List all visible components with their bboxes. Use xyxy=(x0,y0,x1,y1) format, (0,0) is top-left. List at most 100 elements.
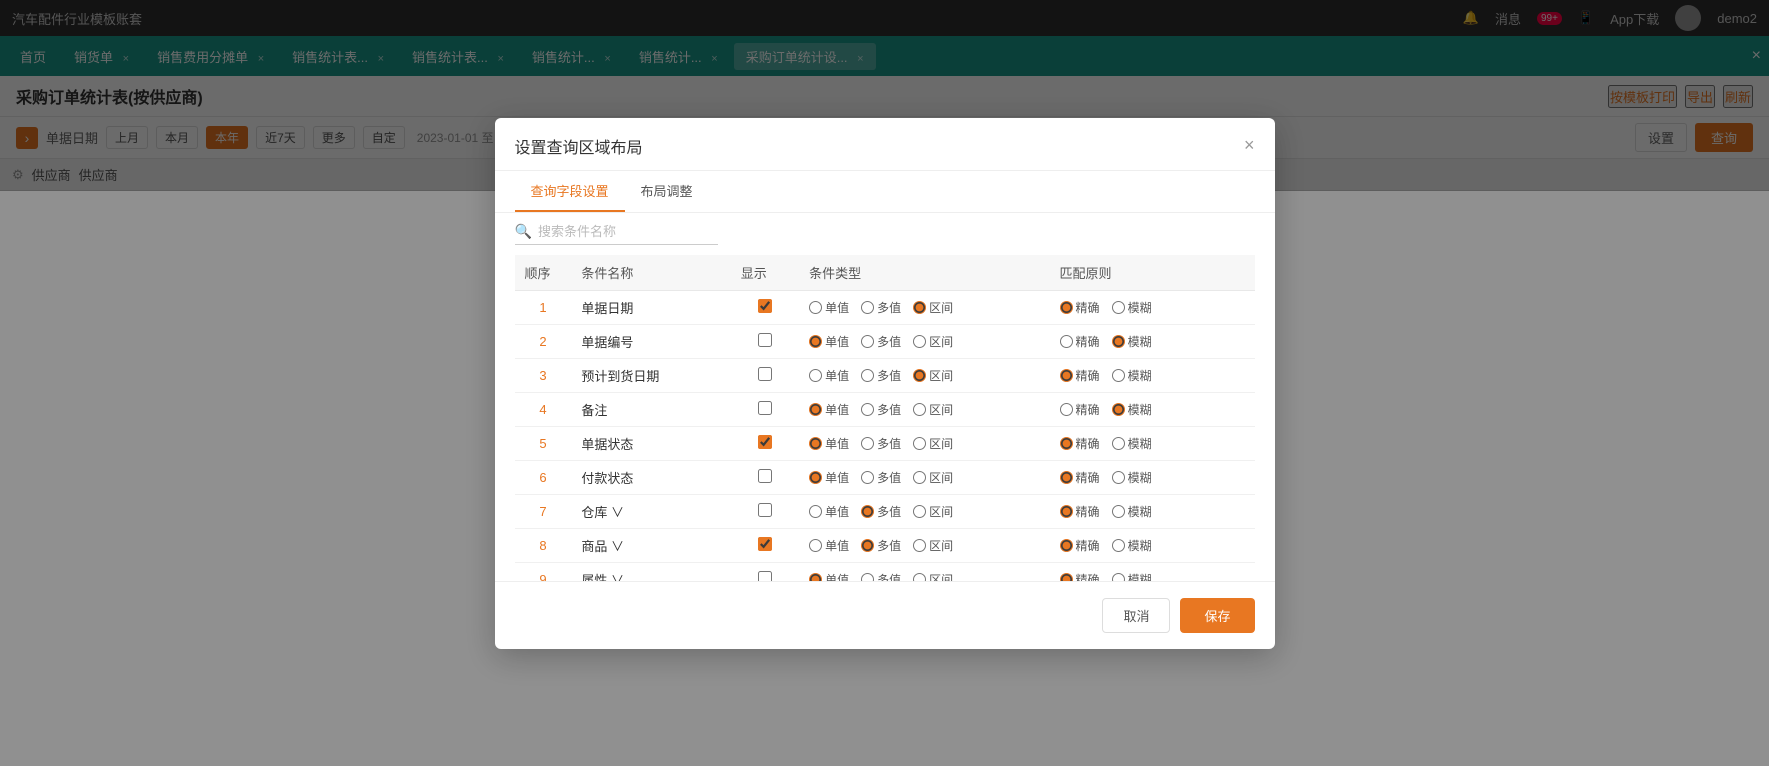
match-radio-0[interactable]: 精确 xyxy=(1060,401,1100,418)
type-radio-input-1[interactable] xyxy=(861,369,874,382)
type-radio-1[interactable]: 多值 xyxy=(861,435,901,452)
match-radio-1[interactable]: 模糊 xyxy=(1112,469,1152,486)
display-checkbox[interactable] xyxy=(758,571,772,581)
type-radio-2[interactable]: 区间 xyxy=(913,503,953,520)
type-radio-0[interactable]: 单值 xyxy=(809,435,849,452)
type-radio-input-1[interactable] xyxy=(861,539,874,552)
type-radio-1[interactable]: 多值 xyxy=(861,401,901,418)
match-radio-input-0[interactable] xyxy=(1060,335,1073,348)
match-radio-input-1[interactable] xyxy=(1112,335,1125,348)
type-radio-input-1[interactable] xyxy=(861,505,874,518)
search-input[interactable] xyxy=(538,224,718,239)
match-radio-input-1[interactable] xyxy=(1112,369,1125,382)
match-radio-1[interactable]: 模糊 xyxy=(1112,367,1152,384)
match-radio-1[interactable]: 模糊 xyxy=(1112,571,1152,581)
match-radio-input-0[interactable] xyxy=(1060,505,1073,518)
type-radio-1[interactable]: 多值 xyxy=(861,469,901,486)
type-radio-input-0[interactable] xyxy=(809,403,822,416)
type-radio-input-2[interactable] xyxy=(913,335,926,348)
type-radio-2[interactable]: 区间 xyxy=(913,299,953,316)
match-radio-1[interactable]: 模糊 xyxy=(1112,537,1152,554)
match-radio-0[interactable]: 精确 xyxy=(1060,571,1100,581)
type-radio-2[interactable]: 区间 xyxy=(913,469,953,486)
type-radio-input-1[interactable] xyxy=(861,301,874,314)
type-radio-input-2[interactable] xyxy=(913,471,926,484)
type-radio-input-2[interactable] xyxy=(913,369,926,382)
type-radio-0[interactable]: 单值 xyxy=(809,571,849,581)
match-radio-input-1[interactable] xyxy=(1112,539,1125,552)
type-radio-input-2[interactable] xyxy=(913,403,926,416)
match-radio-input-1[interactable] xyxy=(1112,403,1125,416)
match-radio-input-0[interactable] xyxy=(1060,403,1073,416)
type-radio-input-0[interactable] xyxy=(809,301,822,314)
type-radio-0[interactable]: 单值 xyxy=(809,503,849,520)
match-radio-1[interactable]: 模糊 xyxy=(1112,435,1152,452)
type-radio-input-1[interactable] xyxy=(861,403,874,416)
type-radio-input-2[interactable] xyxy=(913,301,926,314)
type-radio-input-0[interactable] xyxy=(809,471,822,484)
type-radio-0[interactable]: 单值 xyxy=(809,401,849,418)
type-radio-input-0[interactable] xyxy=(809,369,822,382)
type-radio-1[interactable]: 多值 xyxy=(861,503,901,520)
type-radio-input-1[interactable] xyxy=(861,573,874,581)
dialog-close-button[interactable]: × xyxy=(1244,135,1255,156)
match-radio-0[interactable]: 精确 xyxy=(1060,503,1100,520)
type-radio-input-0[interactable] xyxy=(809,573,822,581)
type-radio-input-2[interactable] xyxy=(913,437,926,450)
match-radio-input-1[interactable] xyxy=(1112,505,1125,518)
type-radio-2[interactable]: 区间 xyxy=(913,401,953,418)
match-radio-0[interactable]: 精确 xyxy=(1060,435,1100,452)
type-radio-input-0[interactable] xyxy=(809,539,822,552)
match-radio-0[interactable]: 精确 xyxy=(1060,367,1100,384)
match-radio-input-0[interactable] xyxy=(1060,573,1073,581)
type-radio-2[interactable]: 区间 xyxy=(913,367,953,384)
display-checkbox[interactable] xyxy=(758,469,772,483)
type-radio-2[interactable]: 区间 xyxy=(913,435,953,452)
type-radio-input-0[interactable] xyxy=(809,437,822,450)
match-radio-input-0[interactable] xyxy=(1060,301,1073,314)
match-radio-input-1[interactable] xyxy=(1112,301,1125,314)
type-radio-input-1[interactable] xyxy=(861,437,874,450)
display-checkbox[interactable] xyxy=(758,299,772,313)
type-radio-2[interactable]: 区间 xyxy=(913,333,953,350)
type-radio-input-1[interactable] xyxy=(861,471,874,484)
display-checkbox[interactable] xyxy=(758,401,772,415)
type-radio-input-0[interactable] xyxy=(809,335,822,348)
match-radio-input-0[interactable] xyxy=(1060,471,1073,484)
match-radio-input-0[interactable] xyxy=(1060,437,1073,450)
type-radio-input-1[interactable] xyxy=(861,335,874,348)
display-checkbox[interactable] xyxy=(758,503,772,517)
type-radio-2[interactable]: 区间 xyxy=(913,537,953,554)
cancel-button[interactable]: 取消 xyxy=(1102,598,1170,633)
display-checkbox[interactable] xyxy=(758,537,772,551)
type-radio-input-2[interactable] xyxy=(913,505,926,518)
tab-query-fields[interactable]: 查询字段设置 xyxy=(515,171,625,212)
match-radio-input-1[interactable] xyxy=(1112,471,1125,484)
type-radio-input-2[interactable] xyxy=(913,573,926,581)
match-radio-input-1[interactable] xyxy=(1112,437,1125,450)
match-radio-1[interactable]: 模糊 xyxy=(1112,503,1152,520)
type-radio-0[interactable]: 单值 xyxy=(809,333,849,350)
type-radio-1[interactable]: 多值 xyxy=(861,333,901,350)
match-radio-1[interactable]: 模糊 xyxy=(1112,299,1152,316)
save-button[interactable]: 保存 xyxy=(1180,598,1254,633)
type-radio-1[interactable]: 多值 xyxy=(861,367,901,384)
type-radio-2[interactable]: 区间 xyxy=(913,571,953,581)
match-radio-input-0[interactable] xyxy=(1060,369,1073,382)
match-radio-0[interactable]: 精确 xyxy=(1060,469,1100,486)
type-radio-0[interactable]: 单值 xyxy=(809,537,849,554)
type-radio-input-0[interactable] xyxy=(809,505,822,518)
match-radio-input-0[interactable] xyxy=(1060,539,1073,552)
match-radio-1[interactable]: 模糊 xyxy=(1112,333,1152,350)
type-radio-1[interactable]: 多值 xyxy=(861,571,901,581)
type-radio-0[interactable]: 单值 xyxy=(809,367,849,384)
display-checkbox[interactable] xyxy=(758,367,772,381)
type-radio-1[interactable]: 多值 xyxy=(861,537,901,554)
display-checkbox[interactable] xyxy=(758,333,772,347)
display-checkbox[interactable] xyxy=(758,435,772,449)
match-radio-1[interactable]: 模糊 xyxy=(1112,401,1152,418)
type-radio-0[interactable]: 单值 xyxy=(809,469,849,486)
match-radio-input-1[interactable] xyxy=(1112,573,1125,581)
tab-layout-adjust[interactable]: 布局调整 xyxy=(625,171,709,212)
match-radio-0[interactable]: 精确 xyxy=(1060,537,1100,554)
